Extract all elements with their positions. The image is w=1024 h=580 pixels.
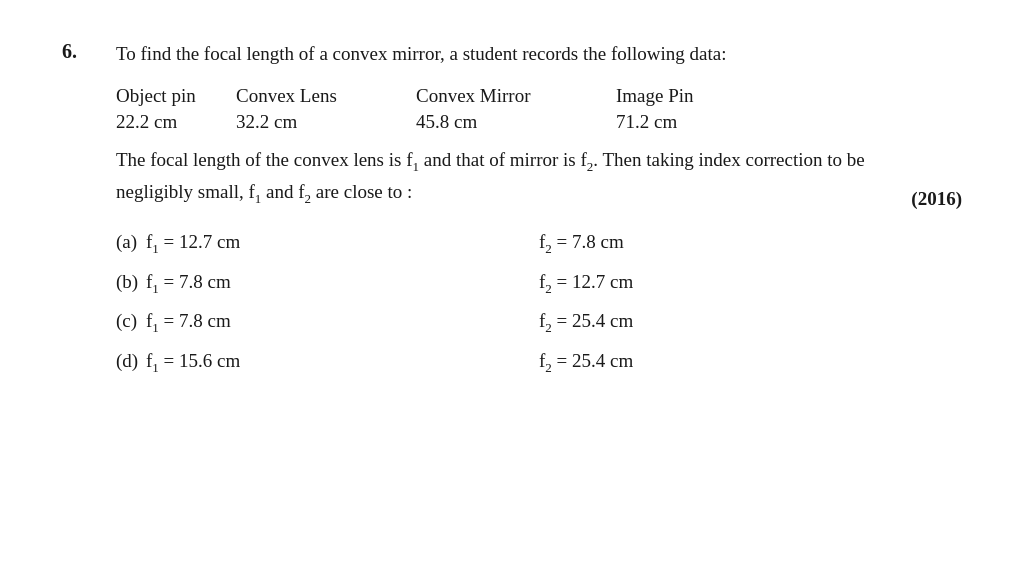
question-container: 6. To find the focal length of a convex … [32,20,992,399]
question-number: 6. [62,40,92,69]
option-a-right: f2 = 7.8 cm [539,226,962,260]
option-a-left-value: f1 = 12.7 cm [146,226,240,260]
option-c-left-value: f1 = 7.8 cm [146,305,231,339]
option-d-right-value: f2 = 25.4 cm [539,345,633,379]
col3-value: 45.8 cm [416,111,616,133]
question-intro: To find the focal length of a convex mir… [116,40,726,69]
options-block: (a) f1 = 12.7 cm f2 = 7.8 cm (b) f1 = 7.… [116,226,962,380]
option-c-label: (c) [116,305,146,337]
description-block: The focal length of the convex lens is f… [116,145,962,210]
option-c-right-value: f2 = 25.4 cm [539,305,633,339]
year-badge: (2016) [901,188,962,210]
option-d-left: (d) f1 = 15.6 cm [116,345,539,379]
option-b-left: (b) f1 = 7.8 cm [116,266,539,300]
option-d-right: f2 = 25.4 cm [539,345,962,379]
col1-header: Object pin [116,85,236,107]
col2-value: 32.2 cm [236,111,416,133]
question-header: 6. To find the focal length of a convex … [62,40,962,69]
col4-value: 71.2 cm [616,111,766,133]
table-header-row: Object pin Convex Lens Convex Mirror Ima… [116,85,962,107]
option-c-right: f2 = 25.4 cm [539,305,962,339]
description-text: The focal length of the convex lens is f… [116,145,866,210]
option-b-label: (b) [116,266,146,298]
option-d-left-value: f1 = 15.6 cm [146,345,240,379]
col2-header: Convex Lens [236,85,416,107]
col1-value: 22.2 cm [116,111,236,133]
option-b-right: f2 = 12.7 cm [539,266,962,300]
option-b-left-value: f1 = 7.8 cm [146,266,231,300]
option-b-right-value: f2 = 12.7 cm [539,266,633,300]
option-a-label: (a) [116,226,146,258]
option-a-left: (a) f1 = 12.7 cm [116,226,539,260]
table-values-row: 22.2 cm 32.2 cm 45.8 cm 71.2 cm [116,111,962,133]
col3-header: Convex Mirror [416,85,616,107]
option-c-left: (c) f1 = 7.8 cm [116,305,539,339]
col4-header: Image Pin [616,85,766,107]
option-a-right-value: f2 = 7.8 cm [539,226,624,260]
data-table: Object pin Convex Lens Convex Mirror Ima… [116,85,962,133]
option-d-label: (d) [116,345,146,377]
